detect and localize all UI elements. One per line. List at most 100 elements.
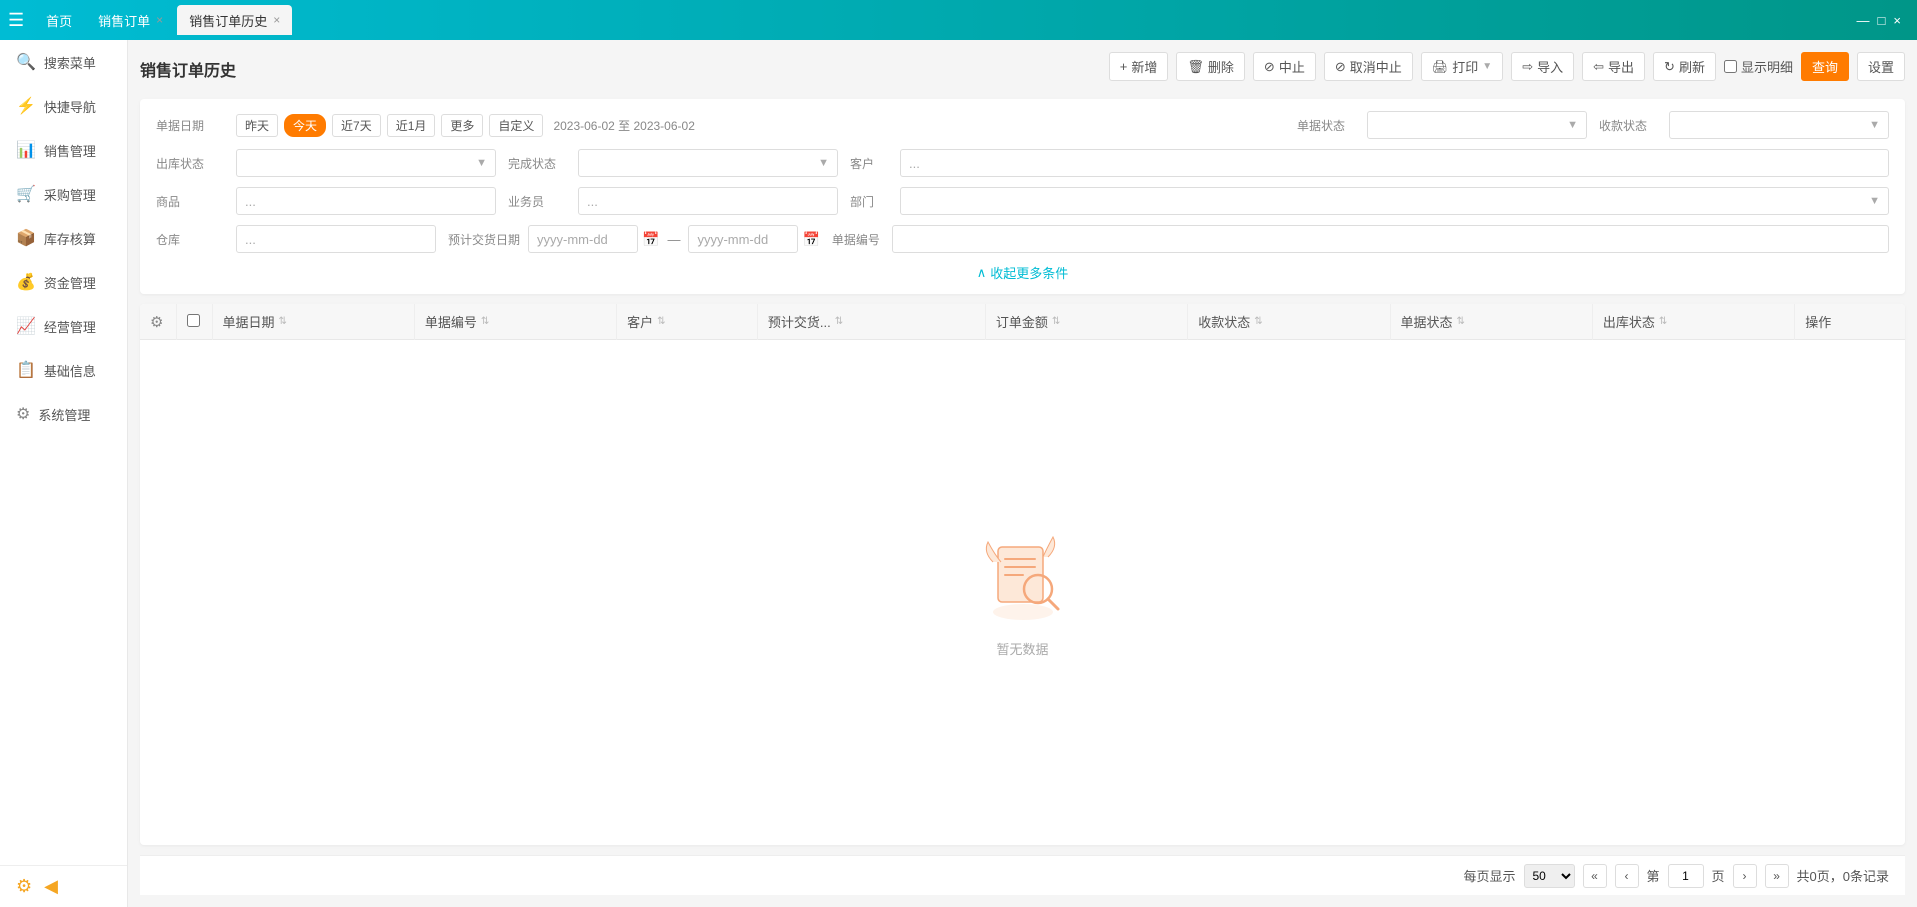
import-button[interactable]: ⇨ 导入: [1511, 52, 1574, 81]
sidebar-settings-icon[interactable]: ⚙: [16, 876, 32, 897]
table-settings-icon[interactable]: ⚙: [150, 314, 163, 331]
complete-status-select[interactable]: ▼: [578, 149, 838, 177]
customer-sort-icon[interactable]: ⇅: [657, 316, 665, 327]
system-mgmt-icon: ⚙: [16, 404, 30, 424]
col-out-status: 出库状态 ⇅: [1592, 304, 1794, 340]
out-status-select[interactable]: ▼: [236, 149, 496, 177]
col-operation: 操作: [1795, 304, 1905, 340]
sidebar: 🔍 搜索菜单 ⚡ 快捷导航 📊 销售管理 🛒 采购管理 📦 库存核算 💰 资金管…: [0, 40, 128, 907]
date-btn-more[interactable]: 更多: [441, 114, 483, 137]
close-tab-sales-order-history[interactable]: ×: [273, 13, 280, 27]
search-menu-icon[interactable]: ☰: [8, 10, 24, 31]
export-button[interactable]: ⇦ 导出: [1582, 52, 1645, 81]
expected-delivery-sort-icon[interactable]: ⇅: [835, 316, 843, 327]
sidebar-item-basic-info[interactable]: 📋 基础信息: [0, 348, 127, 392]
out-status-arrow-icon: ▼: [476, 157, 487, 169]
date-btn-last1m[interactable]: 近1月: [387, 114, 436, 137]
print-button[interactable]: 🖨 打印 ▼: [1421, 52, 1503, 81]
sidebar-item-sales-mgmt[interactable]: 📊 销售管理: [0, 128, 127, 172]
expected-date-from[interactable]: yyyy-mm-dd: [528, 225, 638, 253]
warehouse-ellipsis: ...: [245, 232, 256, 247]
sidebar-item-quick-nav[interactable]: ⚡ 快捷导航: [0, 84, 127, 128]
tab-sales-order-history[interactable]: 销售订单历史 ×: [177, 5, 292, 35]
dept-filter-label: 部门: [850, 193, 900, 210]
calendar-to-icon[interactable]: 📅: [802, 231, 819, 248]
minimize-button[interactable]: —: [1857, 13, 1870, 28]
receipt-status-sort-icon[interactable]: ⇅: [1254, 316, 1262, 327]
dept-select[interactable]: ▼: [900, 187, 1889, 215]
calendar-from-icon[interactable]: 📅: [642, 231, 659, 248]
warehouse-input[interactable]: ...: [236, 225, 436, 253]
purchase-mgmt-icon: 🛒: [16, 184, 36, 204]
customer-input[interactable]: ...: [900, 149, 1889, 177]
date-options-group: 昨天 今天 近7天 近1月 更多 自定义 2023-06-02 至 2023-0…: [236, 114, 1297, 137]
tab-sales-order[interactable]: 销售订单 ×: [86, 5, 175, 35]
empty-illustration: [973, 527, 1073, 627]
query-button[interactable]: 查询: [1801, 52, 1849, 81]
quick-nav-icon: ⚡: [16, 96, 36, 116]
sidebar-item-operations[interactable]: 📈 经营管理: [0, 304, 127, 348]
receipt-status-select[interactable]: ▼: [1669, 111, 1889, 139]
out-status-sort-icon[interactable]: ⇅: [1659, 316, 1667, 327]
date-btn-yesterday[interactable]: 昨天: [236, 114, 278, 137]
order-amount-sort-icon[interactable]: ⇅: [1052, 316, 1060, 327]
page-title: 销售订单历史: [140, 57, 236, 81]
next-page-button[interactable]: ›: [1733, 864, 1757, 888]
sidebar-search-menu[interactable]: 🔍 搜索菜单: [0, 40, 127, 84]
toolbar: + 新增 🗑 删除 ⊘ 中止 ⊘ 取消中止 🖨 打印: [1109, 52, 1905, 81]
close-tab-sales-order[interactable]: ×: [156, 13, 163, 27]
print-icon: 🖨: [1432, 59, 1449, 75]
date-separator: —: [667, 232, 680, 247]
prev-page-button[interactable]: ‹: [1615, 864, 1639, 888]
expected-date-filter-label: 预计交货日期: [448, 231, 528, 248]
maximize-button[interactable]: □: [1878, 13, 1886, 28]
collapse-row[interactable]: ∧ 收起更多条件: [156, 263, 1889, 282]
tab-home[interactable]: 首页: [34, 5, 84, 35]
show-detail-checkbox[interactable]: [1724, 60, 1737, 73]
per-page-select[interactable]: 50 20 100: [1524, 864, 1575, 888]
date-btn-custom[interactable]: 自定义: [489, 114, 543, 137]
operations-icon: 📈: [16, 316, 36, 336]
data-table: ⚙ 单据日期 ⇅ 单据编号: [140, 304, 1905, 340]
data-table-wrapper: ⚙ 单据日期 ⇅ 单据编号: [140, 304, 1905, 845]
refresh-button[interactable]: ↻ 刷新: [1653, 52, 1716, 81]
sidebar-bottom: ⚙ ◀: [0, 865, 127, 907]
first-page-button[interactable]: «: [1583, 864, 1607, 888]
salesman-input[interactable]: ...: [578, 187, 838, 215]
col-bill-date: 单据日期 ⇅: [212, 304, 414, 340]
window-close-button[interactable]: ×: [1893, 13, 1901, 28]
bill-no-input[interactable]: [892, 225, 1889, 253]
select-all-checkbox[interactable]: [187, 314, 200, 327]
sidebar-collapse-icon[interactable]: ◀: [44, 876, 58, 897]
bill-date-sort-icon[interactable]: ⇅: [279, 316, 287, 327]
settings-button[interactable]: 设置: [1857, 52, 1905, 81]
bill-no-sort-icon[interactable]: ⇅: [481, 316, 489, 327]
cancel-stop-button[interactable]: ⊘ 取消中止: [1324, 52, 1413, 81]
sidebar-item-purchase-mgmt[interactable]: 🛒 采购管理: [0, 172, 127, 216]
show-detail-checkbox-label[interactable]: 显示明细: [1724, 57, 1793, 76]
bill-status-sort-icon[interactable]: ⇅: [1457, 316, 1465, 327]
pagination-bar: 每页显示 50 20 100 « ‹ 第 页 › » 共0页，0条记录: [140, 855, 1905, 895]
stop-button[interactable]: ⊘ 中止: [1253, 52, 1316, 81]
sidebar-item-system-mgmt[interactable]: ⚙ 系统管理: [0, 392, 127, 436]
empty-state: 暂无数据: [140, 340, 1905, 845]
filter-panel: 单据日期 昨天 今天 近7天 近1月 更多 自定义 2023-06-02 至 2…: [140, 99, 1905, 294]
goods-input[interactable]: ...: [236, 187, 496, 215]
sidebar-item-finance[interactable]: 💰 资金管理: [0, 260, 127, 304]
delete-button[interactable]: 🗑 删除: [1176, 52, 1245, 81]
col-checkbox: [176, 304, 212, 340]
complete-status-filter-label: 完成状态: [508, 155, 578, 172]
add-icon: +: [1120, 59, 1128, 74]
bill-status-filter-label: 单据状态: [1297, 117, 1367, 134]
filter-row-status: 出库状态 ▼ 完成状态 ▼ 客户 ...: [156, 149, 1889, 177]
filter-row-goods: 商品 ... 业务员 ... 部门 ▼: [156, 187, 1889, 215]
date-btn-last7[interactable]: 近7天: [332, 114, 381, 137]
page-number-input[interactable]: [1668, 864, 1704, 888]
sidebar-item-inventory[interactable]: 📦 库存核算: [0, 216, 127, 260]
add-button[interactable]: + 新增: [1109, 52, 1169, 81]
bill-status-select[interactable]: ▼: [1367, 111, 1587, 139]
col-bill-no: 单据编号 ⇅: [414, 304, 616, 340]
last-page-button[interactable]: »: [1765, 864, 1789, 888]
expected-date-to[interactable]: yyyy-mm-dd: [688, 225, 798, 253]
date-btn-today[interactable]: 今天: [284, 114, 326, 137]
